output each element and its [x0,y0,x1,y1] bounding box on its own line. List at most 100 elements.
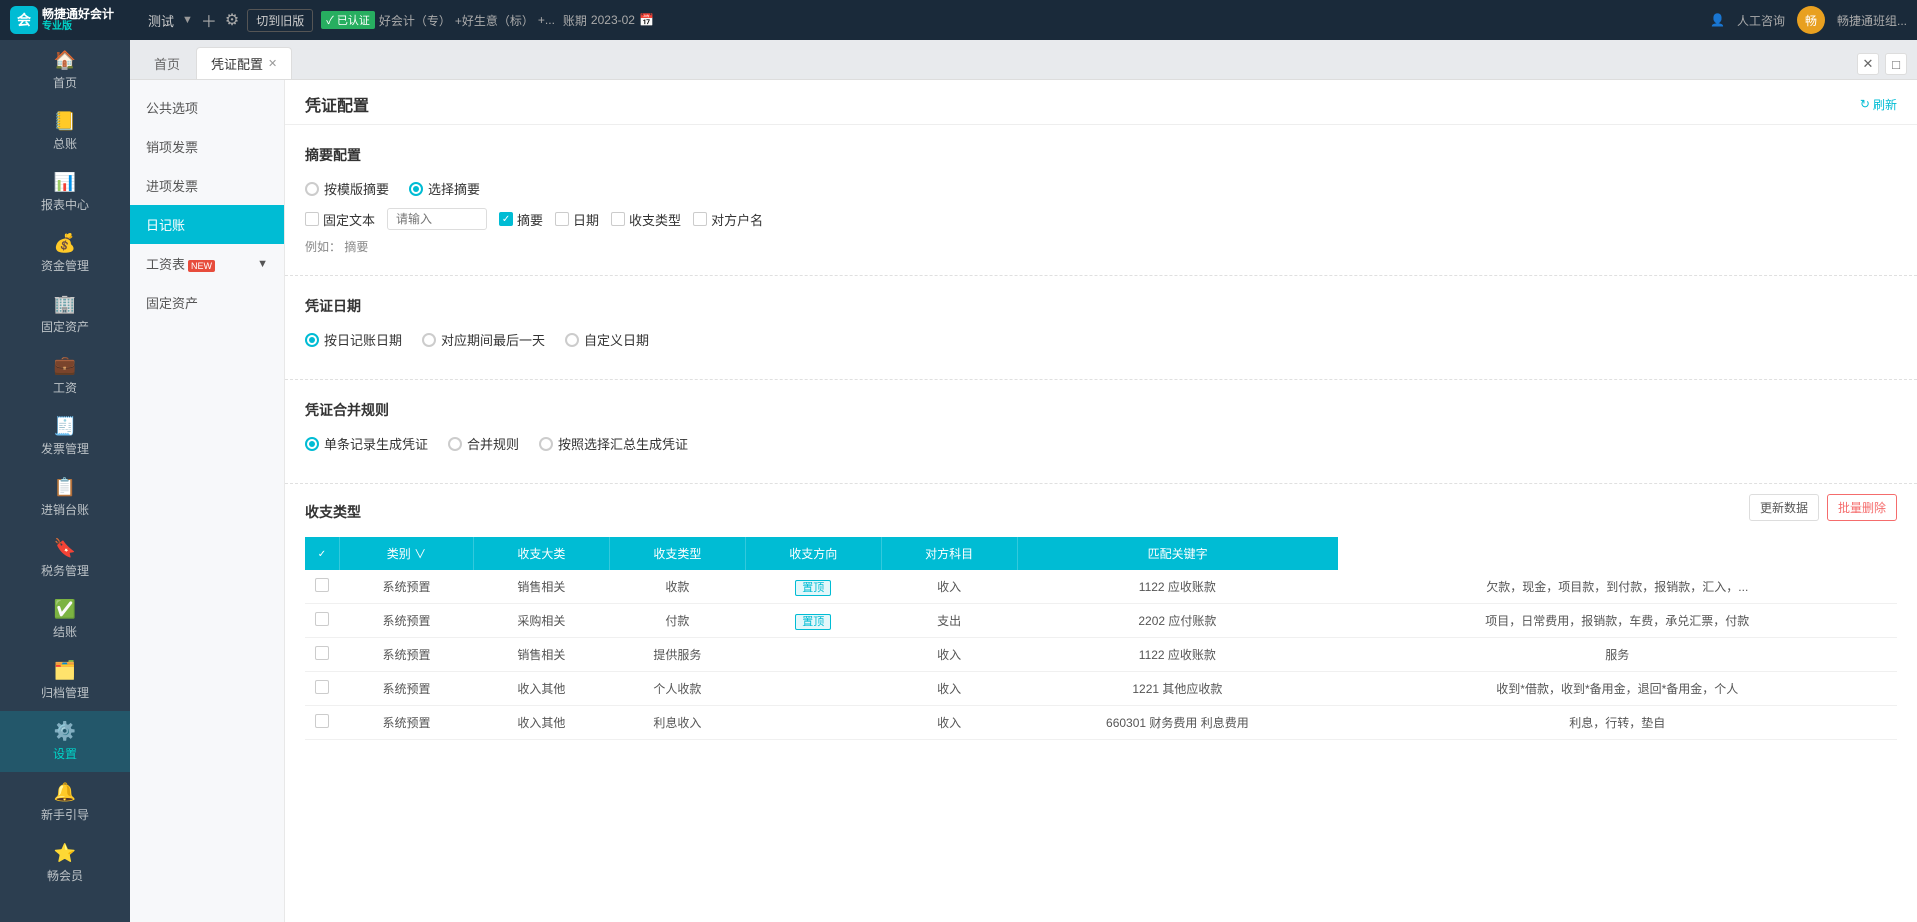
row3-cb [315,646,329,660]
checkbox-counterparty-box [693,212,707,226]
period-display[interactable]: 账期 2023-02 📅 [563,12,654,29]
settings-icon[interactable]: ⚙ [225,10,239,30]
radio-period-last[interactable]: 对应期间最后一天 [422,330,545,349]
avatar: 畅 [1797,6,1825,34]
row1-checkbox[interactable] [305,570,340,604]
radio-merge-circle [448,437,462,451]
period-label: 账期 [563,12,587,29]
summary-checkbox-row: 固定文本 ✓ 摘要 日期 收支类型 [305,208,1897,230]
add-icon[interactable]: ＋ [201,8,217,32]
row1-subject: 1122 应收账款 [1017,570,1337,604]
radio-by-select-circle [539,437,553,451]
checkbox-type[interactable]: 收支类型 [611,210,681,229]
tab-voucher-config[interactable]: 凭证配置 ✕ [196,47,292,79]
sidebar: 🏠 首页 📒 总账 📊 报表中心 💰 资金管理 🏢 固定资产 💼 工资 🧾 发票… [0,40,130,922]
sidebar-item-member[interactable]: ⭐ 畅会员 [0,833,130,894]
row5-keywords: 利息，行转，垫自 [1338,706,1897,740]
row3-category: 系统预置 [340,638,474,672]
window-close-button[interactable]: ✕ [1857,53,1879,75]
row1-tag[interactable]: 置顶 [795,580,831,596]
radio-single[interactable]: 单条记录生成凭证 [305,434,428,453]
row2-category: 系统预置 [340,604,474,638]
example-prefix: 例如： [305,240,341,254]
calendar-icon[interactable]: 📅 [639,13,654,27]
th-select-all-checkbox[interactable]: ✓ [315,547,329,561]
dropdown-arrow-icon[interactable]: ▼ [182,14,193,26]
left-nav-public[interactable]: 公共选项 [130,88,284,127]
window-maximize-button[interactable]: □ [1885,53,1907,75]
radio-select-label: 选择摘要 [428,179,480,198]
radio-by-select[interactable]: 按照选择汇总生成凭证 [539,434,688,453]
tab-home[interactable]: 首页 [140,48,194,79]
left-nav-journal-label: 日记账 [146,215,185,234]
example-value: 摘要 [344,240,368,254]
checkbox-fixed-text-box [305,212,319,226]
tab-close-icon[interactable]: ✕ [268,57,277,70]
sidebar-item-settle[interactable]: ✅ 结账 [0,589,130,650]
radio-select[interactable]: 选择摘要 [409,179,480,198]
left-nav-sales-invoice-label: 销项发票 [146,137,198,156]
update-data-button[interactable]: 更新数据 [1749,494,1819,521]
left-nav-journal[interactable]: 日记账 [130,205,284,244]
sidebar-item-invoice[interactable]: 🧾 发票管理 [0,406,130,467]
sidebar-item-report[interactable]: 📊 报表中心 [0,162,130,223]
fixed-text-input[interactable] [387,208,487,230]
checkbox-fixed-text[interactable]: 固定文本 [305,210,375,229]
row5-dir-label: 收入 [881,706,1017,740]
checkbox-date[interactable]: 日期 [555,210,599,229]
refresh-icon: ↻ [1860,97,1870,111]
sidebar-label-salary: 工资 [53,379,77,396]
merge-radio-group: 单条记录生成凭证 合并规则 按照选择汇总生成凭证 [305,434,1897,453]
radio-period-last-circle [422,333,436,347]
sidebar-item-purchase[interactable]: 📋 进销台账 [0,467,130,528]
sidebar-item-fund[interactable]: 💰 资金管理 [0,223,130,284]
left-nav-salary-sheet[interactable]: 工资表NEW ▼ [130,244,284,283]
row2-direction: 置顶 [745,604,881,638]
left-nav-sales-invoice[interactable]: 销项发票 [130,127,284,166]
row2-tag[interactable]: 置顶 [795,614,831,630]
checkbox-summary[interactable]: ✓ 摘要 [499,210,543,229]
radio-journal-date-label: 按日记账日期 [324,330,402,349]
radio-journal-date[interactable]: 按日记账日期 [305,330,402,349]
row2-keywords: 项目，日常费用，报销款，车费，承兑汇票，付款 [1338,604,1897,638]
checkbox-counterparty[interactable]: 对方户名 [693,210,763,229]
sidebar-item-settings[interactable]: ⚙️ 设置 [0,711,130,772]
sidebar-item-archive[interactable]: 🗂️ 归档管理 [0,650,130,711]
left-nav: 公共选项 销项发票 进项发票 日记账 工资表NEW ▼ 固定资产 [130,80,285,922]
income-expense-title: 收支类型 [305,502,361,522]
topbar: 会 畅捷通好会计 专业版 测试 ▼ ＋ ⚙ 切到旧版 ✓ 已认证 好会计（专） … [0,0,1917,40]
sidebar-item-asset[interactable]: 🏢 固定资产 [0,284,130,345]
logo-icon: 会 [10,6,38,34]
radio-template[interactable]: 按模版摘要 [305,179,389,198]
switch-version-button[interactable]: 切到旧版 [247,9,313,32]
fund-icon: 💰 [54,233,76,254]
row4-major: 收入其他 [473,672,609,706]
username[interactable]: 畅捷通班组... [1837,12,1907,29]
row4-checkbox[interactable] [305,672,340,706]
refresh-button[interactable]: ↻ 刷新 [1860,96,1897,113]
row2-checkbox[interactable] [305,604,340,638]
row4-type: 个人收款 [609,672,745,706]
left-nav-purchase-invoice[interactable]: 进项发票 [130,166,284,205]
row5-major: 收入其他 [473,706,609,740]
batch-delete-button[interactable]: 批量删除 [1827,494,1897,521]
radio-merge[interactable]: 合并规则 [448,434,519,453]
report-icon: 📊 [54,172,76,193]
left-nav-fixed-assets[interactable]: 固定资产 [130,283,284,322]
good-account-tag: 好会计（专） [379,12,451,29]
period-value: 2023-02 [591,13,635,27]
sidebar-label-settings: 设置 [53,745,77,762]
radio-custom-date[interactable]: 自定义日期 [565,330,649,349]
consult-label[interactable]: 人工咨询 [1737,12,1785,29]
row5-checkbox[interactable] [305,706,340,740]
radio-single-label: 单条记录生成凭证 [324,434,428,453]
sidebar-item-ledger[interactable]: 📒 总账 [0,101,130,162]
left-nav-salary-sheet-label: 工资表NEW [146,254,215,273]
row5-cb [315,714,329,728]
sidebar-item-guide[interactable]: 🔔 新手引导 [0,772,130,833]
sidebar-item-salary[interactable]: 💼 工资 [0,345,130,406]
sidebar-item-home[interactable]: 🏠 首页 [0,40,130,101]
sidebar-item-tax[interactable]: 🔖 税务管理 [0,528,130,589]
row3-checkbox[interactable] [305,638,340,672]
row5-subject: 660301 财务费用 利息费用 [1017,706,1337,740]
